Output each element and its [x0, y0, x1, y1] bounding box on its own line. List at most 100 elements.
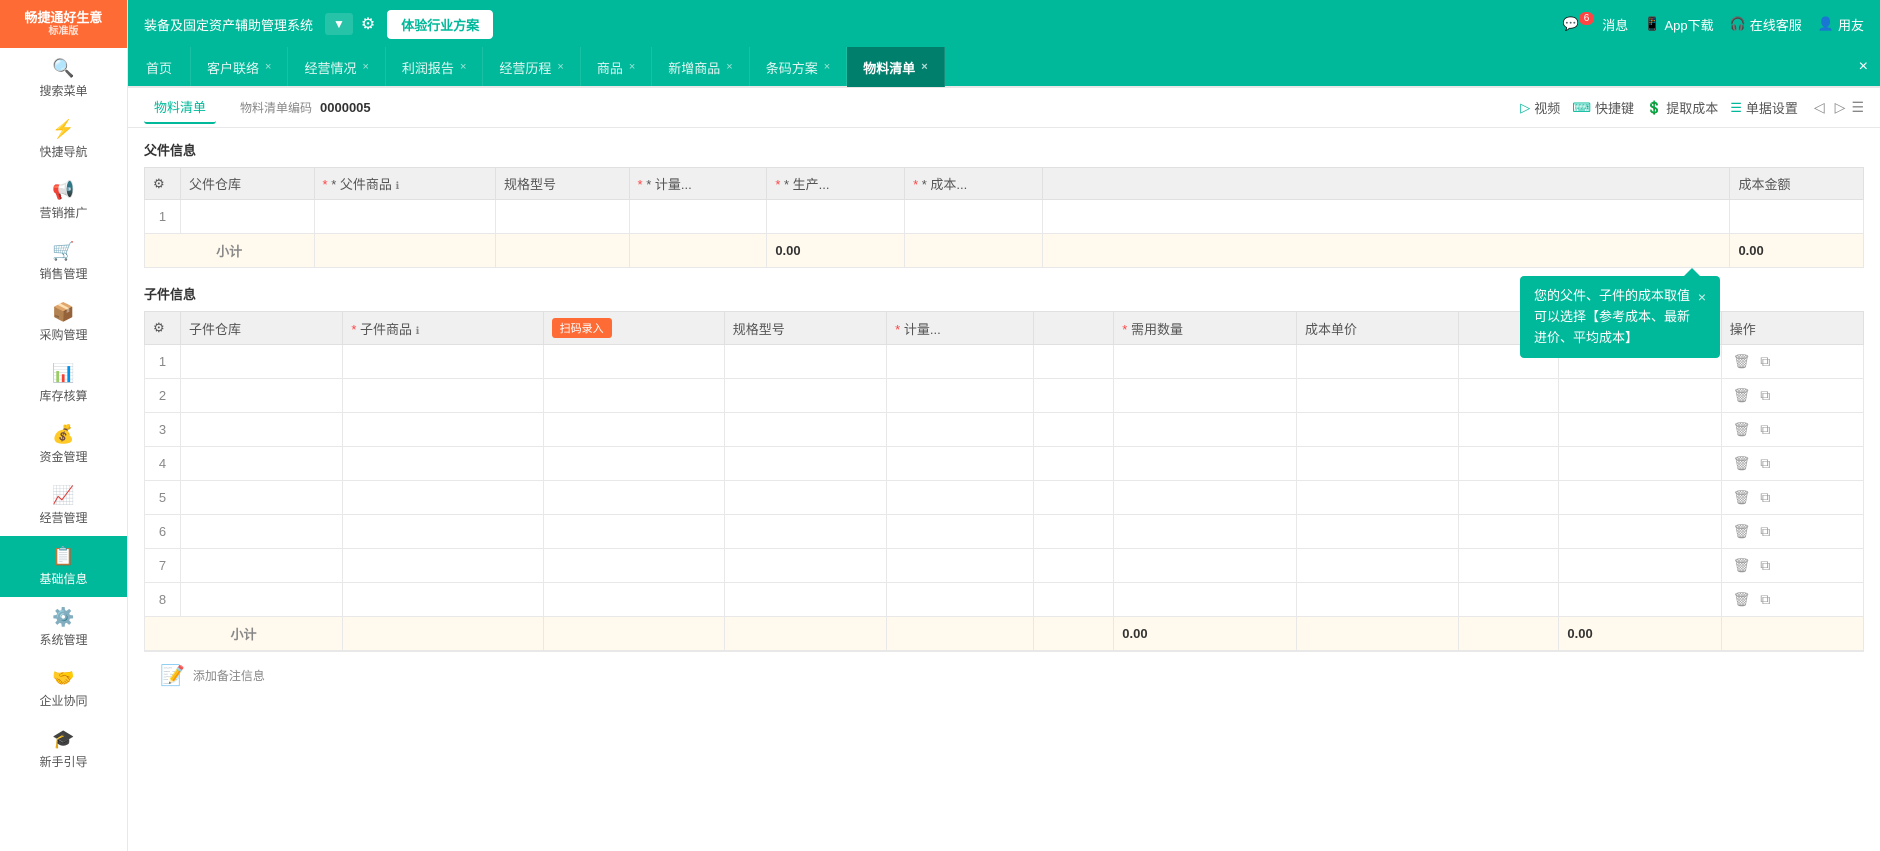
child-spec-cell[interactable] — [724, 345, 886, 379]
child-product-cell[interactable] — [343, 549, 543, 583]
child-qty-cell[interactable] — [1114, 481, 1297, 515]
sub-tab-bom[interactable]: 物料清单 — [144, 91, 216, 124]
sidebar-item-quicknav[interactable]: ⚡ 快捷导航 — [0, 109, 127, 170]
child-spec-cell[interactable] — [724, 583, 886, 617]
child-product-cell[interactable] — [343, 413, 543, 447]
child-unit-cell[interactable] — [887, 447, 1034, 481]
gear-icon[interactable]: ⚙ — [361, 14, 375, 34]
tab-history[interactable]: 经营历程 × — [483, 47, 580, 87]
child-unit-cell[interactable] — [887, 549, 1034, 583]
delete-row-button[interactable]: 🗑 — [1733, 523, 1751, 539]
online-service-button[interactable]: 🎧 在线客服 — [1730, 15, 1802, 34]
action-cost[interactable]: 💲 提取成本 — [1646, 98, 1718, 117]
system-dropdown[interactable]: ▼ — [325, 13, 353, 35]
child-unitcost-cell[interactable] — [1297, 345, 1459, 379]
child-warehouse-cell[interactable] — [181, 515, 343, 549]
copy-row-button[interactable]: ⧉ — [1760, 523, 1770, 539]
child-th-gear[interactable]: ⚙ — [145, 312, 181, 345]
column-config-icon[interactable]: ☰ — [1851, 99, 1864, 116]
sidebar-item-sales[interactable]: 🛒 销售管理 — [0, 231, 127, 292]
tab-product[interactable]: 商品 × — [581, 47, 652, 87]
delete-row-button[interactable]: 🗑 — [1733, 353, 1751, 369]
child-warehouse-cell[interactable] — [181, 549, 343, 583]
sidebar-item-system[interactable]: ⚙️ 系统管理 — [0, 597, 127, 658]
action-shortcut[interactable]: ⌨ 快捷键 — [1572, 98, 1634, 117]
child-product-cell[interactable] — [343, 515, 543, 549]
child-qty-cell[interactable] — [1114, 345, 1297, 379]
delete-row-button[interactable]: 🗑 — [1733, 489, 1751, 505]
child-spec-cell[interactable] — [724, 413, 886, 447]
child-unitcost-cell[interactable] — [1297, 515, 1459, 549]
tab-customer[interactable]: 客户联络 × — [191, 47, 288, 87]
child-unit-cell[interactable] — [887, 481, 1034, 515]
tooltip-close-button[interactable]: × — [1698, 286, 1706, 308]
copy-row-button[interactable]: ⧉ — [1760, 489, 1770, 505]
delete-row-button[interactable]: 🗑 — [1733, 421, 1751, 437]
sidebar-item-collab[interactable]: 🤝 企业协同 — [0, 658, 127, 719]
child-product-cell[interactable] — [343, 345, 543, 379]
child-warehouse-cell[interactable] — [181, 413, 343, 447]
parent-warehouse-cell[interactable] — [181, 200, 315, 234]
close-tab-profit[interactable]: × — [460, 61, 466, 73]
user-avatar[interactable]: 👤 用友 — [1818, 15, 1864, 34]
sidebar-item-ops[interactable]: 📈 经营管理 — [0, 475, 127, 536]
prev-arrow[interactable]: ◁ — [1810, 97, 1829, 118]
close-tab-bom[interactable]: × — [921, 61, 927, 73]
sidebar-item-finance[interactable]: 💰 资金管理 — [0, 414, 127, 475]
delete-row-button[interactable]: 🗑 — [1733, 387, 1751, 403]
parent-th-gear[interactable]: ⚙ — [145, 168, 181, 200]
child-unit-cell[interactable] — [887, 345, 1034, 379]
delete-row-button[interactable]: 🗑 — [1733, 455, 1751, 471]
child-unitcost-cell[interactable] — [1297, 583, 1459, 617]
next-arrow[interactable]: ▷ — [1831, 97, 1850, 118]
child-product-cell[interactable] — [343, 379, 543, 413]
sidebar-item-purchase[interactable]: 📦 采购管理 — [0, 292, 127, 353]
sidebar-item-basic[interactable]: 📋 基础信息 — [0, 536, 127, 597]
copy-row-button[interactable]: ⧉ — [1760, 387, 1770, 403]
child-spec-cell[interactable] — [724, 447, 886, 481]
child-spec-cell[interactable] — [724, 515, 886, 549]
tab-bom[interactable]: 物料清单 × — [847, 47, 944, 87]
child-unitcost-cell[interactable] — [1297, 379, 1459, 413]
parent-spec-cell[interactable] — [496, 200, 630, 234]
child-product-cell[interactable] — [343, 583, 543, 617]
action-settings[interactable]: ☰ 单据设置 — [1730, 98, 1798, 117]
child-warehouse-cell[interactable] — [181, 345, 343, 379]
sidebar-item-guide[interactable]: 🎓 新手引导 — [0, 719, 127, 780]
sidebar-item-marketing[interactable]: 📢 营销推广 — [0, 170, 127, 231]
tab-bizstatus[interactable]: 经营情况 × — [288, 47, 385, 87]
child-warehouse-cell[interactable] — [181, 379, 343, 413]
sidebar-item-search[interactable]: 🔍 搜索菜单 — [0, 48, 127, 109]
copy-row-button[interactable]: ⧉ — [1760, 455, 1770, 471]
child-qty-cell[interactable] — [1114, 447, 1297, 481]
close-tab-addproduct[interactable]: × — [726, 61, 732, 73]
parent-cost-cell[interactable] — [905, 200, 1043, 234]
copy-row-button[interactable]: ⧉ — [1760, 421, 1770, 437]
close-tab-barcode[interactable]: × — [824, 61, 830, 73]
child-unit-cell[interactable] — [887, 413, 1034, 447]
close-tab-product[interactable]: × — [629, 61, 635, 73]
action-view[interactable]: ▷ 视频 — [1520, 98, 1560, 117]
child-qty-cell[interactable] — [1114, 515, 1297, 549]
child-product-cell[interactable] — [343, 447, 543, 481]
trial-button[interactable]: 体验行业方案 — [387, 10, 493, 39]
child-unitcost-cell[interactable] — [1297, 549, 1459, 583]
message-button[interactable]: 💬 6 消息 — [1563, 15, 1629, 34]
child-unitcost-cell[interactable] — [1297, 447, 1459, 481]
delete-row-button[interactable]: 🗑 — [1733, 591, 1751, 607]
child-spec-cell[interactable] — [724, 379, 886, 413]
child-spec-cell[interactable] — [724, 481, 886, 515]
app-download-button[interactable]: 📱 App下载 — [1644, 15, 1713, 34]
parent-product-cell[interactable] — [314, 200, 495, 234]
tab-addproduct[interactable]: 新增商品 × — [652, 47, 749, 87]
copy-row-button[interactable]: ⧉ — [1760, 557, 1770, 573]
sidebar-item-inventory[interactable]: 📊 库存核算 — [0, 353, 127, 414]
close-all-tabs[interactable]: × — [1847, 58, 1880, 76]
tab-home[interactable]: 首页 — [128, 47, 191, 87]
child-unit-cell[interactable] — [887, 379, 1034, 413]
close-tab-history[interactable]: × — [557, 61, 563, 73]
child-qty-cell[interactable] — [1114, 549, 1297, 583]
child-warehouse-cell[interactable] — [181, 583, 343, 617]
close-tab-bizstatus[interactable]: × — [362, 61, 368, 73]
delete-row-button[interactable]: 🗑 — [1733, 557, 1751, 573]
